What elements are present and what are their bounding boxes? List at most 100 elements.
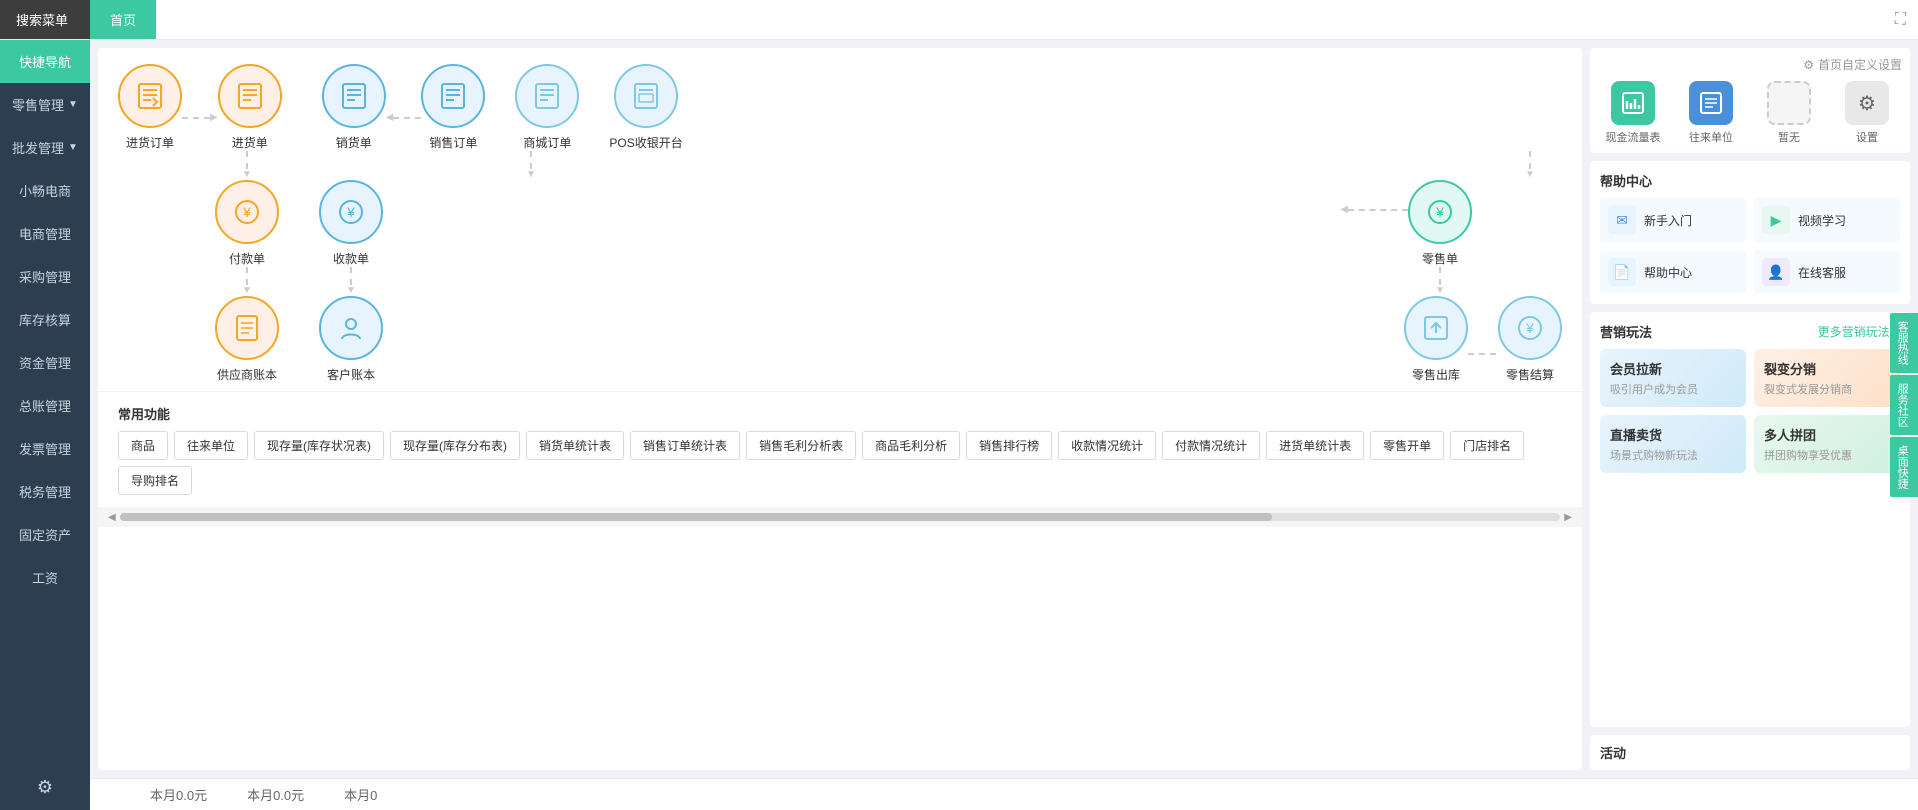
func-btn-profit1[interactable]: 销售毛利分析表 (746, 431, 856, 460)
help-icon-beginner: ✉ (1608, 206, 1636, 234)
shortcut-settings[interactable]: ⚙ 设置 (1832, 81, 1902, 145)
help-icon-helpcenter: 📄 (1608, 258, 1636, 286)
marketing-item-group[interactable]: 多人拼团 拼团购物享受优惠 (1754, 415, 1900, 473)
scroll-right-arrow[interactable]: ▶ (1560, 512, 1576, 523)
sidebar-item-wholesale[interactable]: 批发管理 ▼ (0, 126, 90, 169)
marketing-item-member[interactable]: 会员拉新 吸引用户成为会员 (1600, 349, 1746, 407)
help-icon-service: 👤 (1762, 258, 1790, 286)
activity-title: 活动 (1600, 743, 1900, 762)
node-icon-kehu (319, 296, 383, 360)
activity-section: 活动 (1590, 735, 1910, 770)
svg-text:¥: ¥ (1435, 204, 1444, 220)
shortcut-none[interactable]: 暂无 (1754, 81, 1824, 145)
node-jinhuo-dan[interactable]: 进货单 (218, 64, 282, 151)
marketing-title: 营销玩法 (1600, 322, 1652, 341)
func-btn-receipt[interactable]: 收款情况统计 (1058, 431, 1156, 460)
func-btn-order-stat[interactable]: 销售订单统计表 (630, 431, 740, 460)
node-gongyingshang[interactable]: 供应商账本 (215, 296, 279, 383)
help-item-beginner[interactable]: ✉ 新手入门 (1600, 198, 1746, 242)
node-label-shoukuan: 收款单 (333, 250, 369, 267)
node-lingshou-dan[interactable]: ¥ 零售单 (1408, 180, 1472, 267)
float-btn-service[interactable]: 客服热线 (1890, 313, 1918, 373)
node-label-lingshou-chuku: 零售出库 (1412, 366, 1460, 383)
node-kehu[interactable]: 客户账本 (319, 296, 383, 383)
marketing-desc-group: 拼团购物享受优惠 (1764, 447, 1890, 463)
sidebar-item-ecom1[interactable]: 小畅电商 (0, 169, 90, 212)
marketing-more-link[interactable]: 更多营销玩法 > (1818, 323, 1900, 340)
func-btn-stock1[interactable]: 现存量(库存状况表) (254, 431, 384, 460)
shortcut-label-settings: 设置 (1856, 129, 1878, 145)
search-menu-btn[interactable]: 搜索菜单 (0, 0, 90, 39)
help-item-helpcenter[interactable]: 📄 帮助中心 (1600, 250, 1746, 294)
sidebar-item-label: 快捷导航 (19, 52, 71, 71)
help-item-video[interactable]: ▶ 视频学习 (1754, 198, 1900, 242)
customize-btn[interactable]: ⚙ 首页自定义设置 (1803, 56, 1902, 73)
func-btn-sales-stat[interactable]: 销货单统计表 (526, 431, 624, 460)
node-lingshou-jiesuan[interactable]: ¥ 零售结算 (1498, 296, 1562, 383)
shortcut-label-none: 暂无 (1778, 129, 1800, 145)
sidebar-settings-btn[interactable]: ⚙ (0, 765, 90, 810)
scroll-track[interactable] (120, 513, 1561, 521)
func-btn-goods[interactable]: 商品 (118, 431, 168, 460)
sidebar-item-invoice[interactable]: 发票管理 (0, 427, 90, 470)
node-shoukuan[interactable]: ¥ 收款单 (319, 180, 383, 267)
node-icon-xiaoshou-order (421, 64, 485, 128)
sidebar-item-quicknav[interactable]: 快捷导航 (0, 40, 90, 83)
bottom-stat-3: 本月0.0元 (247, 785, 304, 804)
func-btn-store-rank[interactable]: 门店排名 (1450, 431, 1524, 460)
scroll-bar[interactable]: ◀ ▶ (98, 507, 1582, 527)
node-shangcheng-order[interactable]: 商城订单 (515, 64, 579, 151)
func-btn-partner[interactable]: 往来单位 (174, 431, 248, 460)
func-btn-profit2[interactable]: 商品毛利分析 (862, 431, 960, 460)
node-pos[interactable]: POS收银开台 (609, 64, 682, 151)
marketing-item-fission[interactable]: 裂变分销 裂变式发展分销商 (1754, 349, 1900, 407)
func-btn-retail-order[interactable]: 零售开单 (1370, 431, 1444, 460)
sidebar: 快捷导航 零售管理 ▼ 批发管理 ▼ 小畅电商 电商管理 采购管理 库存核算 资… (0, 40, 90, 810)
scroll-left-arrow[interactable]: ◀ (104, 512, 120, 523)
node-icon-lingshou-chuku (1404, 296, 1468, 360)
node-label-jinhuo-dan: 进货单 (232, 134, 268, 151)
sidebar-item-finance[interactable]: 资金管理 (0, 341, 90, 384)
float-buttons: 客服热线 服务社区 桌面快捷 (1890, 313, 1918, 497)
marketing-title-fission: 裂变分销 (1764, 359, 1890, 378)
common-funcs-title: 常用功能 (118, 404, 1562, 423)
shortcut-partner[interactable]: 往来单位 (1676, 81, 1746, 145)
help-item-service[interactable]: 👤 在线客服 (1754, 250, 1900, 294)
node-fukuan[interactable]: ¥ 付款单 (215, 180, 279, 267)
shortcut-cashflow[interactable]: 现金流量表 (1598, 81, 1668, 145)
shortcut-icon-none (1767, 81, 1811, 125)
float-btn-community[interactable]: 服务社区 (1890, 375, 1918, 435)
sidebar-item-tax[interactable]: 税务管理 (0, 470, 90, 513)
sidebar-item-retail[interactable]: 零售管理 ▼ (0, 83, 90, 126)
float-btn-desktop[interactable]: 桌面快捷 (1890, 437, 1918, 497)
common-funcs-section: 常用功能 商品 往来单位 现存量(库存状况表) 现存量(库存分布表) 销货单统计… (98, 391, 1582, 507)
func-btn-guide-rank[interactable]: 导购排名 (118, 466, 192, 495)
func-btn-purchase-stat[interactable]: 进货单统计表 (1266, 431, 1364, 460)
sidebar-item-assets[interactable]: 固定资产 (0, 513, 90, 556)
panels: 进货订单 ▶ 进货单 (90, 40, 1918, 778)
shortcut-icon-settings: ⚙ (1845, 81, 1889, 125)
sidebar-item-inventory[interactable]: 库存核算 (0, 298, 90, 341)
workflow-section: 进货订单 ▶ 进货单 (98, 48, 1582, 391)
help-title: 帮助中心 (1600, 171, 1900, 190)
expand-btn[interactable]: ⛶ (1895, 11, 1918, 29)
func-btn-ranking[interactable]: 销售排行榜 (966, 431, 1052, 460)
svg-text:¥: ¥ (242, 204, 251, 220)
node-jinhuo-order[interactable]: 进货订单 (118, 64, 182, 151)
tab-home[interactable]: 首页 (90, 0, 156, 39)
func-btn-payment[interactable]: 付款情况统计 (1162, 431, 1260, 460)
sidebar-item-salary[interactable]: 工资 (0, 556, 90, 599)
node-xiaohuo-dan[interactable]: 销货单 (322, 64, 386, 151)
sidebar-item-ecom2[interactable]: 电商管理 (0, 212, 90, 255)
bottom-bar: 本月0.0元 本月0.0元 本月0 (90, 778, 1918, 810)
node-xiaoshou-order[interactable]: 销售订单 (421, 64, 485, 151)
gear-icon-small: ⚙ (1803, 58, 1814, 72)
func-btn-stock2[interactable]: 现存量(库存分布表) (390, 431, 520, 460)
gear-icon: ⚙ (37, 777, 53, 798)
shortcuts-panel: ⚙ 首页自定义设置 现金流量表 (1590, 48, 1910, 153)
sidebar-item-purchase[interactable]: 采购管理 (0, 255, 90, 298)
sidebar-item-ledger[interactable]: 总账管理 (0, 384, 90, 427)
marketing-item-live[interactable]: 直播卖货 场景式购物新玩法 (1600, 415, 1746, 473)
node-icon-gongyingshang (215, 296, 279, 360)
node-lingshou-chuku[interactable]: 零售出库 (1404, 296, 1468, 383)
